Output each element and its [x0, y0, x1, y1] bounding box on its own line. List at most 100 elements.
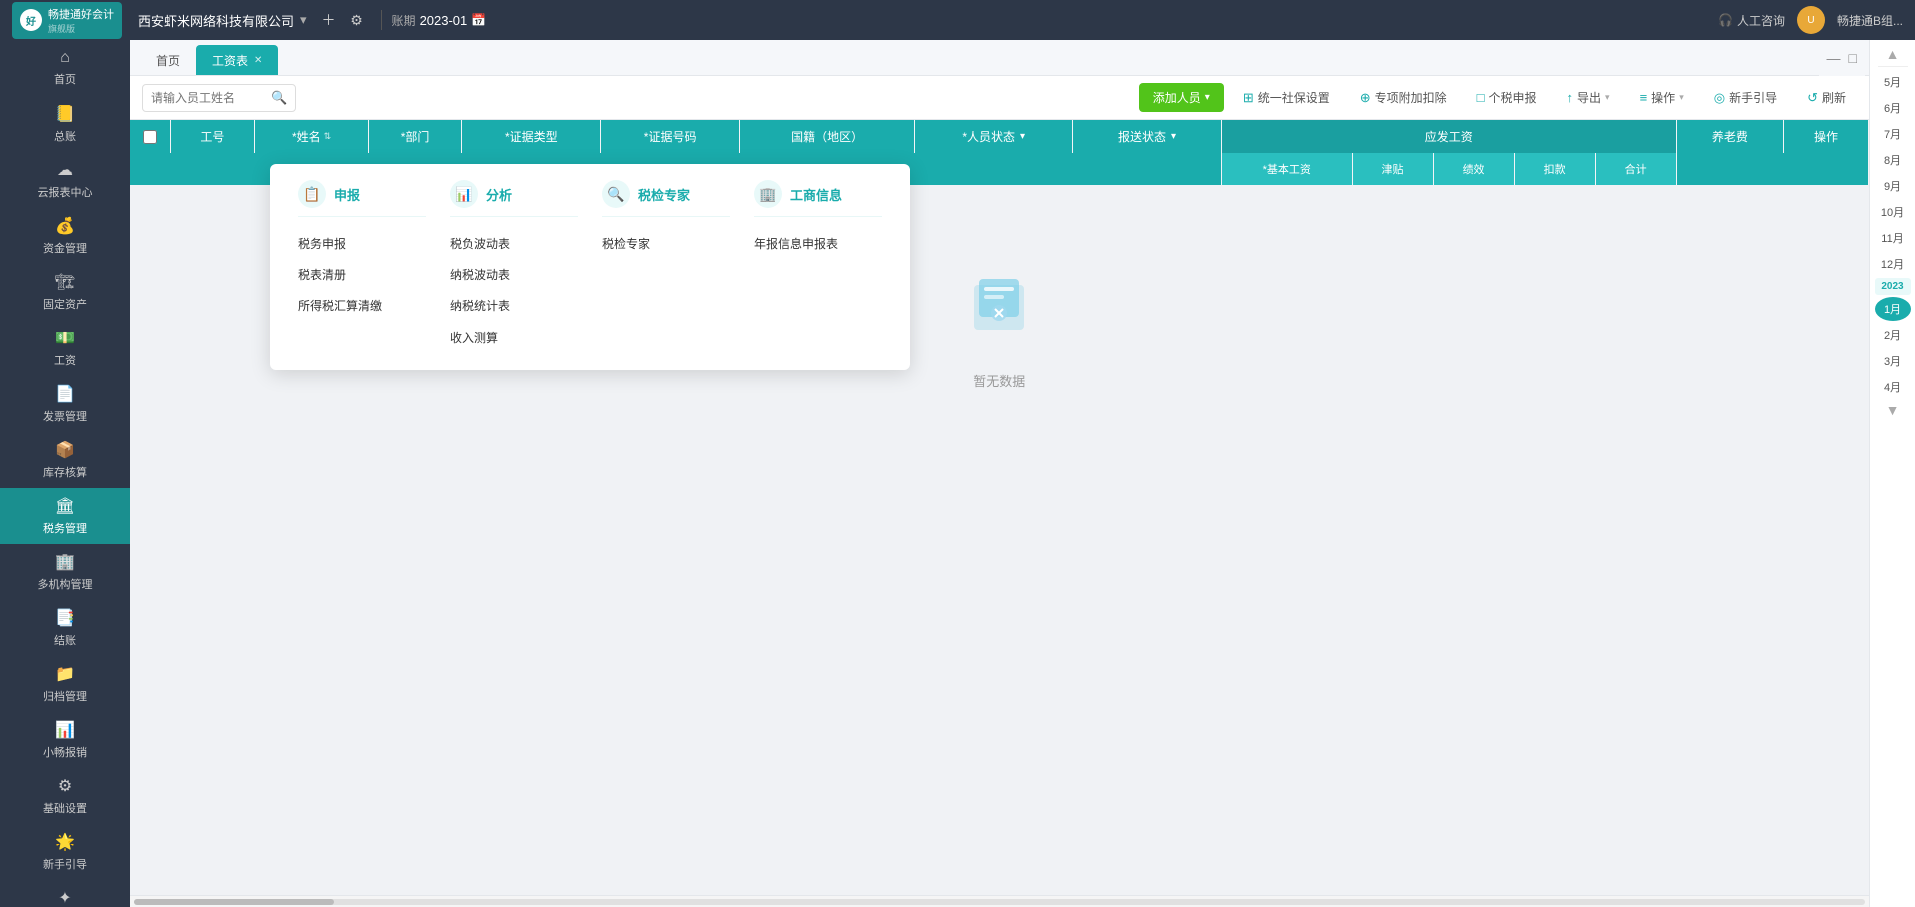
scrollbar-thumb[interactable] [134, 899, 334, 905]
tax-icon: 🏛 [55, 496, 75, 516]
sidebar-item-cloud[interactable]: ☁ 云报表中心 [0, 152, 130, 208]
sidebar-item-asset[interactable]: 🏗 固定资产 [0, 264, 130, 320]
user-name[interactable]: 畅捷通B组... [1837, 12, 1903, 29]
filter-report-icon[interactable]: ▾ [1171, 131, 1176, 142]
cal-month-5[interactable]: 5月 [1875, 70, 1911, 94]
menu-section-business: 🏢 工商信息 年报信息申报表 [742, 180, 894, 354]
menu-item-taxstat[interactable]: 纳税统计表 [450, 291, 578, 322]
help-button[interactable]: 🎧 人工咨询 [1718, 12, 1785, 29]
sidebar-item-multi[interactable]: 🏢 多机构管理 [0, 544, 130, 600]
logo-text-wrap: 畅捷通好会计 旗舰版 [48, 6, 114, 35]
cal-month-8[interactable]: 8月 [1875, 148, 1911, 172]
business-icon: 🏢 [754, 180, 782, 208]
th-performance: 绩效 [1433, 153, 1514, 185]
th-pension: 养老费 [1676, 120, 1783, 153]
cal-year-2023: 2023 [1875, 278, 1911, 295]
social-insurance-button[interactable]: ⊞ 统一社保设置 [1232, 84, 1341, 111]
top-bar: 好 畅捷通好会计 旗舰版 西安虾米网络科技有限公司 ▾ ＋ ⚙ 账期 2023-… [0, 0, 1915, 40]
logo-title: 畅捷通好会计 [48, 6, 114, 22]
menu-item-taxfluct[interactable]: 纳税波动表 [450, 260, 578, 291]
tab-close-icon[interactable]: ✕ [254, 55, 262, 66]
menu-item-income[interactable]: 收入测算 [450, 323, 578, 354]
cal-month-1-active[interactable]: 1月 [1875, 297, 1911, 321]
th-id: 工号 [170, 120, 255, 153]
cal-month-3[interactable]: 3月 [1875, 349, 1911, 373]
sidebar-item-report[interactable]: 📊 小畅报销 [0, 712, 130, 768]
cal-month-7[interactable]: 7月 [1875, 122, 1911, 146]
search-icon: 🔍 [271, 90, 287, 106]
cal-month-2[interactable]: 2月 [1875, 323, 1911, 347]
export-button[interactable]: ↑ 导出 ▾ [1556, 84, 1621, 111]
menu-item-incometax[interactable]: 所得税汇算清缴 [298, 291, 426, 322]
th-base-salary: *基本工资 [1222, 153, 1353, 185]
maximize-icon[interactable]: □ [1849, 50, 1857, 66]
filter-status-icon[interactable]: ▾ [1020, 131, 1025, 142]
tax-report-button[interactable]: □ 个税申报 [1466, 84, 1548, 111]
cal-nav-up[interactable]: ▲ [1879, 44, 1907, 64]
cal-month-9[interactable]: 9月 [1875, 174, 1911, 198]
settings-icon[interactable]: ⚙ [343, 6, 371, 34]
th-idno: *证据号码 [601, 120, 740, 153]
sidebar-item-tax[interactable]: 🏛 税务管理 [0, 488, 130, 544]
operate-button[interactable]: ≡ 操作 ▾ [1629, 84, 1695, 111]
menu-item-taxburden[interactable]: 税负波动表 [450, 229, 578, 260]
cal-month-11[interactable]: 11月 [1875, 226, 1911, 250]
operate-dropdown-icon: ▾ [1679, 92, 1684, 103]
menu-item-annual[interactable]: 年报信息申报表 [754, 229, 882, 260]
settle-icon: 📑 [55, 608, 75, 628]
shenb-icon: 📋 [298, 180, 326, 208]
main-content: 首页 工资表 ✕ 🔍 添加人员 ▾ ⊞ 统一社保设置 ⊕ [130, 40, 1869, 907]
tab-salary[interactable]: 工资表 ✕ [196, 45, 278, 75]
menu-item-taxexpert[interactable]: 税检专家 [602, 229, 730, 260]
select-all-checkbox[interactable] [143, 130, 157, 144]
logo-icon: 好 [20, 9, 42, 31]
sidebar-item-home[interactable]: ⌂ 首页 [0, 40, 130, 96]
menu-item-taxreport[interactable]: 税务申报 [298, 229, 426, 260]
tab-home[interactable]: 首页 [140, 45, 196, 75]
menu-section-business-header: 🏢 工商信息 [754, 180, 882, 217]
extra-deduction-button[interactable]: ⊕ 专项附加扣除 [1349, 84, 1458, 111]
minimize-icon[interactable]: — [1827, 50, 1841, 66]
company-name: 西安虾米网络科技有限公司 [138, 11, 294, 30]
inventory-icon: 📦 [55, 440, 75, 460]
sidebar-item-fund[interactable]: 💰 资金管理 [0, 208, 130, 264]
tax-report-label: 个税申报 [1489, 89, 1537, 106]
sidebar-item-member[interactable]: ✦ 畅会员 [0, 880, 130, 907]
th-region: 国籍（地区） [740, 120, 915, 153]
period-label: 账期 [392, 12, 416, 29]
sidebar-item-invoice[interactable]: 📄 发票管理 [0, 376, 130, 432]
th-empty-sub2 [1676, 153, 1868, 185]
shenb-title: 申报 [334, 185, 360, 204]
cal-month-10[interactable]: 10月 [1875, 200, 1911, 224]
logo-sub: 旗舰版 [48, 22, 114, 35]
sidebar-item-settings[interactable]: ⚙ 基础设置 [0, 768, 130, 824]
sidebar-item-inventory[interactable]: 📦 库存核算 [0, 432, 130, 488]
right-sidebar-calendar: ▲ 5月 6月 7月 8月 9月 10月 11月 12月 2023 1月 2月 … [1869, 40, 1915, 907]
company-selector[interactable]: 西安虾米网络科技有限公司 ▾ [138, 11, 307, 30]
ledger-icon: 📒 [55, 104, 75, 124]
sidebar-item-ledger[interactable]: 📒 总账 [0, 96, 130, 152]
member-icon: ✦ [58, 888, 71, 907]
export-label: 导出 [1577, 89, 1601, 106]
calendar-icon[interactable]: 📅 [471, 13, 486, 27]
guide-button[interactable]: ◎ 新手引导 [1703, 84, 1788, 111]
tab-salary-label: 工资表 [212, 52, 248, 69]
add-company-button[interactable]: ＋ [315, 6, 343, 34]
cal-month-12[interactable]: 12月 [1875, 252, 1911, 276]
sidebar-item-settle[interactable]: 📑 结账 [0, 600, 130, 656]
sidebar-item-guide[interactable]: 🌟 新手引导 [0, 824, 130, 880]
search-input[interactable] [151, 91, 271, 105]
menu-item-taxlist[interactable]: 税表清册 [298, 260, 426, 291]
cal-month-4[interactable]: 4月 [1875, 375, 1911, 399]
menu-section-shenb-header: 📋 申报 [298, 180, 426, 217]
fenxi-title: 分析 [486, 185, 512, 204]
cal-nav-down[interactable]: ▼ [1879, 400, 1907, 420]
cal-divider [1878, 66, 1908, 67]
refresh-button[interactable]: ↺ 刷新 [1796, 84, 1857, 111]
sidebar-item-salary[interactable]: 💵 工资 [0, 320, 130, 376]
sidebar-item-archive[interactable]: 📁 归档管理 [0, 656, 130, 712]
scrollbar-track[interactable] [134, 899, 1865, 905]
add-person-button[interactable]: 添加人员 ▾ [1139, 83, 1224, 112]
cal-month-6[interactable]: 6月 [1875, 96, 1911, 120]
headphone-icon: 🎧 [1718, 13, 1733, 27]
